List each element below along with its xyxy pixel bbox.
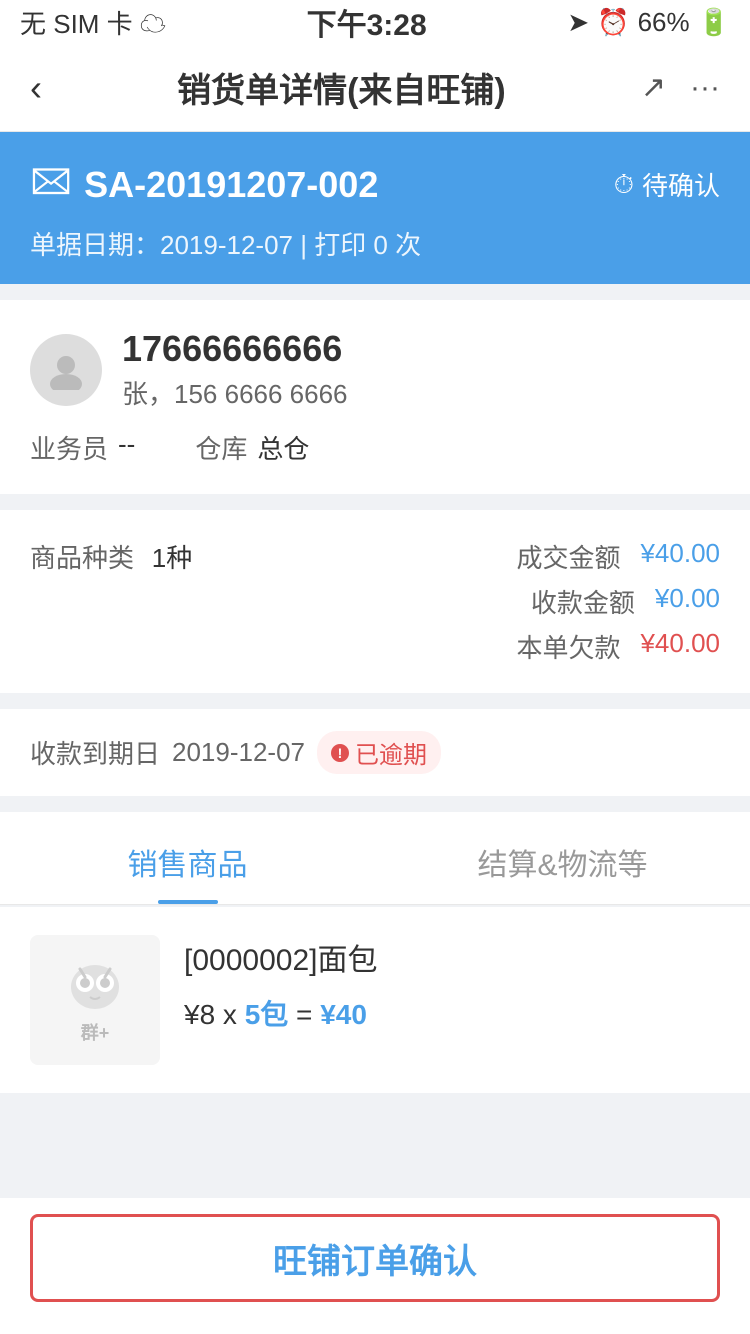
battery-icon: 🔋 — [698, 7, 730, 38]
header-top-row: 🖂 SA-20191207-002 ⏱ 待确认 — [30, 154, 720, 215]
amounts-section: 商品种类 1种 成交金额 ¥40.00 收款金额 ¥0.00 本单欠款 ¥40.… — [0, 510, 750, 693]
tabs-section: 销售商品 结算&物流等 — [0, 812, 750, 905]
status-left: 无 SIM 卡 ☁ — [20, 4, 166, 41]
product-price: ¥8 x 5包 = ¥40 — [184, 993, 720, 1033]
product-logo: 群+ — [60, 955, 130, 1045]
overdue-label: 已逾期 — [355, 735, 427, 770]
equals: = — [288, 999, 320, 1030]
owed-label: 本单欠款 — [516, 628, 620, 665]
confirm-order-button[interactable]: 旺铺订单确认 — [30, 1214, 720, 1302]
product-item: 群+ [0000002]面包 ¥8 x 5包 = ¥40 — [0, 907, 750, 1093]
tab-settlement[interactable]: 结算&物流等 — [375, 812, 750, 904]
brand-plus-label: 群+ — [81, 1019, 110, 1045]
owed-amount-row: 本单欠款 ¥40.00 — [516, 628, 720, 665]
tab-sales-products[interactable]: 销售商品 — [0, 812, 375, 904]
salesman-label: 业务员 — [30, 429, 108, 466]
product-info: [0000002]面包 ¥8 x 5包 = ¥40 — [184, 935, 720, 1033]
due-label: 收款到期日 — [30, 734, 160, 771]
customer-section: 17666666666 张，156 6666 6666 业务员 -- 仓库 总仓 — [0, 300, 750, 494]
nav-actions: ↗ ··· — [641, 70, 720, 105]
page-title: 销货单详情(来自旺铺) — [177, 63, 506, 112]
nav-bar: ‹ 销货单详情(来自旺铺) ↗ ··· — [0, 44, 750, 132]
back-button[interactable]: ‹ — [30, 67, 42, 109]
customer-meta: 业务员 -- 仓库 总仓 — [30, 429, 720, 466]
avatar — [30, 334, 102, 406]
total-price: ¥40 — [320, 999, 367, 1030]
deal-amount-label: 成交金额 — [516, 538, 620, 575]
warehouse-label: 仓库 — [195, 429, 247, 466]
order-id: 🖂 SA-20191207-002 — [30, 154, 378, 215]
product-types-label: 商品种类 — [30, 543, 134, 573]
bottom-button-area: 旺铺订单确认 — [0, 1198, 750, 1334]
share-icon[interactable]: ↗ — [641, 70, 666, 105]
status-time: 下午3:28 — [307, 0, 427, 44]
status-right: ➤ ⏰ 66% 🔋 — [567, 7, 730, 38]
order-date: 单据日期：2019-12-07 | 打印 0 次 — [30, 225, 720, 262]
due-date-value: 2019-12-07 — [172, 737, 305, 768]
product-thumbnail: 群+ — [30, 935, 160, 1065]
deal-amount-row: 成交金额 ¥40.00 — [516, 538, 720, 575]
customer-info: 17666666666 张，156 6666 6666 — [122, 328, 348, 411]
battery-label: 66% — [638, 7, 690, 38]
salesman-meta: 业务员 -- — [30, 429, 135, 466]
amounts-right: 成交金额 ¥40.00 收款金额 ¥0.00 本单欠款 ¥40.00 — [516, 538, 720, 665]
overdue-icon: ! — [331, 744, 349, 762]
owed-value: ¥40.00 — [640, 628, 720, 665]
product-name: [0000002]面包 — [184, 935, 720, 979]
customer-name: 张，156 6666 6666 — [122, 374, 348, 411]
alarm-icon: ⏰ — [597, 7, 629, 38]
location-icon: ➤ — [567, 7, 589, 38]
order-header: 🖂 SA-20191207-002 ⏱ 待确认 单据日期：2019-12-07 … — [0, 132, 750, 284]
received-label: 收款金额 — [531, 583, 635, 620]
received-amount-row: 收款金额 ¥0.00 — [531, 583, 720, 620]
overdue-badge: ! 已逾期 — [317, 731, 441, 774]
quantity: 5包 — [245, 999, 289, 1030]
status-bar: 无 SIM 卡 ☁ 下午3:28 ➤ ⏰ 66% 🔋 — [0, 0, 750, 44]
deal-amount-value: ¥40.00 — [640, 538, 720, 575]
sim-label: 无 SIM 卡 ☁ — [20, 4, 166, 41]
customer-top: 17666666666 张，156 6666 6666 — [30, 328, 720, 411]
product-types-value: 1种 — [152, 543, 192, 573]
received-value: ¥0.00 — [655, 583, 720, 620]
customer-phone: 17666666666 — [122, 328, 348, 370]
due-date-section: 收款到期日 2019-12-07 ! 已逾期 — [0, 709, 750, 796]
more-icon[interactable]: ··· — [690, 71, 720, 105]
warehouse-value: 总仓 — [257, 429, 309, 466]
price-formula: ¥8 x — [184, 999, 245, 1030]
order-icon: 🖂 — [30, 154, 72, 215]
order-status: ⏱ 待确认 — [614, 166, 720, 203]
clock-icon: ⏱ — [614, 169, 634, 201]
product-types: 商品种类 1种 — [30, 538, 192, 575]
warehouse-meta: 仓库 总仓 — [195, 429, 309, 466]
salesman-value: -- — [118, 429, 135, 466]
